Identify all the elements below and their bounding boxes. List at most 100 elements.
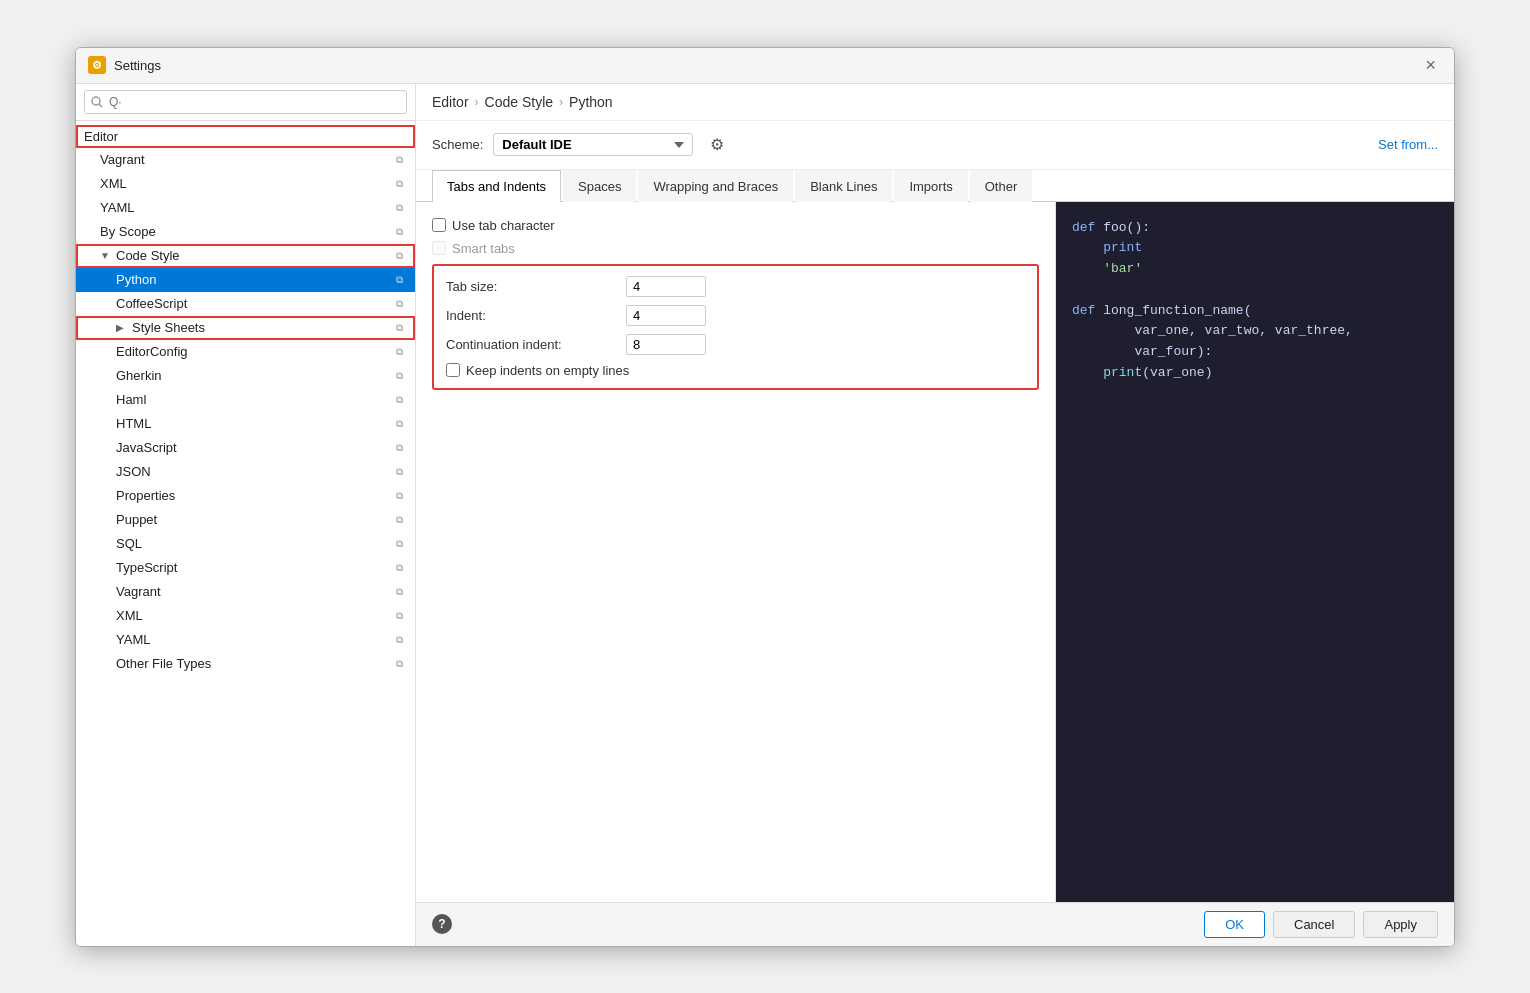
sidebar-item-puppet-label: Puppet [116, 512, 157, 527]
sidebar-item-properties-label: Properties [116, 488, 175, 503]
sidebar-item-javascript-label: JavaScript [116, 440, 177, 455]
sidebar-item-javascript[interactable]: JavaScript ⧉ [76, 436, 415, 460]
indent-input[interactable] [626, 305, 706, 326]
copy-icon-python: ⧉ [391, 272, 407, 288]
scheme-gear-button[interactable]: ⚙ [703, 131, 731, 159]
sidebar-item-puppet[interactable]: Puppet ⧉ [76, 508, 415, 532]
sidebar-item-sql-label: SQL [116, 536, 142, 551]
copy-icon-json: ⧉ [391, 464, 407, 480]
sidebar-item-coffeescript[interactable]: CoffeeScript ⧉ [76, 292, 415, 316]
expand-arrow-code-style: ▼ [100, 250, 112, 261]
breadcrumb-python: Python [569, 94, 613, 110]
sidebar-item-haml-label: Haml [116, 392, 146, 407]
copy-icon-editorconfig: ⧉ [391, 344, 407, 360]
search-box [76, 84, 415, 121]
apply-button[interactable]: Apply [1363, 911, 1438, 938]
sidebar: Editor Vagrant ⧉ XML ⧉ Y [76, 84, 416, 946]
copy-icon-vagrant: ⧉ [391, 152, 407, 168]
sidebar-item-gherkin[interactable]: Gherkin ⧉ [76, 364, 415, 388]
keep-indents-checkbox[interactable] [446, 363, 460, 377]
tab-imports[interactable]: Imports [894, 170, 967, 202]
sidebar-item-vagrant[interactable]: Vagrant ⧉ [76, 148, 415, 172]
tab-blank-lines[interactable]: Blank Lines [795, 170, 892, 202]
code-line-8: print(var_one) [1072, 363, 1438, 384]
code-line-5: def long_function_name( [1072, 301, 1438, 322]
sidebar-item-xml[interactable]: XML ⧉ [76, 172, 415, 196]
smart-tabs-label: Smart tabs [452, 241, 515, 256]
sidebar-item-python[interactable]: Python ⧉ [76, 268, 415, 292]
tab-size-label: Tab size: [446, 279, 626, 294]
cancel-button[interactable]: Cancel [1273, 911, 1355, 938]
code-line-6: var_one, var_two, var_three, [1072, 321, 1438, 342]
sidebar-item-style-sheets[interactable]: ▶ Style Sheets ⧉ [76, 316, 415, 340]
dialog-body: Editor Vagrant ⧉ XML ⧉ Y [76, 84, 1454, 946]
sidebar-tree: Editor Vagrant ⧉ XML ⧉ Y [76, 121, 415, 946]
copy-icon-html: ⧉ [391, 416, 407, 432]
sidebar-item-html[interactable]: HTML ⧉ [76, 412, 415, 436]
sidebar-item-vagrant2[interactable]: Vagrant ⧉ [76, 580, 415, 604]
continuation-indent-input[interactable] [626, 334, 706, 355]
set-from-link[interactable]: Set from... [1378, 137, 1438, 152]
tab-spaces[interactable]: Spaces [563, 170, 636, 202]
sidebar-item-by-scope[interactable]: By Scope ⧉ [76, 220, 415, 244]
scheme-select[interactable]: Default IDE [493, 133, 693, 156]
indent-settings-section: Tab size: Indent: Continuation indent: [432, 264, 1039, 390]
code-line-3: 'bar' [1072, 259, 1438, 280]
copy-icon-haml: ⧉ [391, 392, 407, 408]
use-tab-character-checkbox[interactable] [432, 218, 446, 232]
copy-icon-code-style: ⧉ [391, 248, 407, 264]
copy-icon-sql: ⧉ [391, 536, 407, 552]
copy-icon-yaml: ⧉ [391, 200, 407, 216]
tab-wrapping[interactable]: Wrapping and Braces [638, 170, 793, 202]
expand-arrow-style-sheets: ▶ [116, 322, 128, 333]
tab-other[interactable]: Other [970, 170, 1033, 202]
copy-icon-typescript: ⧉ [391, 560, 407, 576]
indent-row: Indent: [446, 305, 1025, 326]
breadcrumb-sep-2: › [559, 95, 563, 109]
tab-tabs-and-indents[interactable]: Tabs and Indents [432, 170, 561, 202]
sidebar-item-other-file-types[interactable]: Other File Types ⧉ [76, 652, 415, 676]
ok-button[interactable]: OK [1204, 911, 1265, 938]
sidebar-item-editor[interactable]: Editor [76, 125, 415, 148]
help-button[interactable]: ? [432, 914, 452, 934]
sidebar-item-xml2-label: XML [116, 608, 143, 623]
sidebar-item-by-scope-label: By Scope [100, 224, 156, 239]
sidebar-item-editorconfig-label: EditorConfig [116, 344, 188, 359]
sidebar-item-xml2[interactable]: XML ⧉ [76, 604, 415, 628]
sidebar-item-vagrant2-label: Vagrant [116, 584, 161, 599]
sidebar-item-sql[interactable]: SQL ⧉ [76, 532, 415, 556]
sidebar-item-haml[interactable]: Haml ⧉ [76, 388, 415, 412]
sidebar-item-code-style[interactable]: ▼ Code Style ⧉ [76, 244, 415, 268]
keep-indents-row: Keep indents on empty lines [446, 363, 1025, 378]
scheme-label: Scheme: [432, 137, 483, 152]
copy-icon-other-file-types: ⧉ [391, 656, 407, 672]
sidebar-item-yaml2[interactable]: YAML ⧉ [76, 628, 415, 652]
sidebar-item-yaml[interactable]: YAML ⧉ [76, 196, 415, 220]
code-line-4 [1072, 280, 1438, 301]
sidebar-item-gherkin-label: Gherkin [116, 368, 162, 383]
breadcrumb-code-style: Code Style [485, 94, 553, 110]
content-area: Use tab character Smart tabs Tab size: [416, 202, 1454, 902]
sidebar-item-json[interactable]: JSON ⧉ [76, 460, 415, 484]
sidebar-item-editorconfig[interactable]: EditorConfig ⧉ [76, 340, 415, 364]
code-line-7: var_four): [1072, 342, 1438, 363]
copy-icon-xml2: ⧉ [391, 608, 407, 624]
breadcrumb-editor: Editor [432, 94, 469, 110]
search-input[interactable] [84, 90, 407, 114]
copy-icon-vagrant2: ⧉ [391, 584, 407, 600]
smart-tabs-row: Smart tabs [432, 241, 1039, 256]
smart-tabs-checkbox[interactable] [432, 241, 446, 255]
close-button[interactable]: × [1419, 54, 1442, 76]
tab-size-row: Tab size: [446, 276, 1025, 297]
left-panel: Use tab character Smart tabs Tab size: [416, 202, 1056, 902]
tab-size-input[interactable] [626, 276, 706, 297]
copy-icon-gherkin: ⧉ [391, 368, 407, 384]
continuation-indent-row: Continuation indent: [446, 334, 1025, 355]
scheme-row: Scheme: Default IDE ⚙ Set from... [416, 121, 1454, 170]
breadcrumb-sep-1: › [475, 95, 479, 109]
sidebar-item-json-label: JSON [116, 464, 151, 479]
title-bar-left: ⚙ Settings [88, 56, 161, 74]
sidebar-item-properties[interactable]: Properties ⧉ [76, 484, 415, 508]
sidebar-item-typescript-label: TypeScript [116, 560, 177, 575]
sidebar-item-typescript[interactable]: TypeScript ⧉ [76, 556, 415, 580]
